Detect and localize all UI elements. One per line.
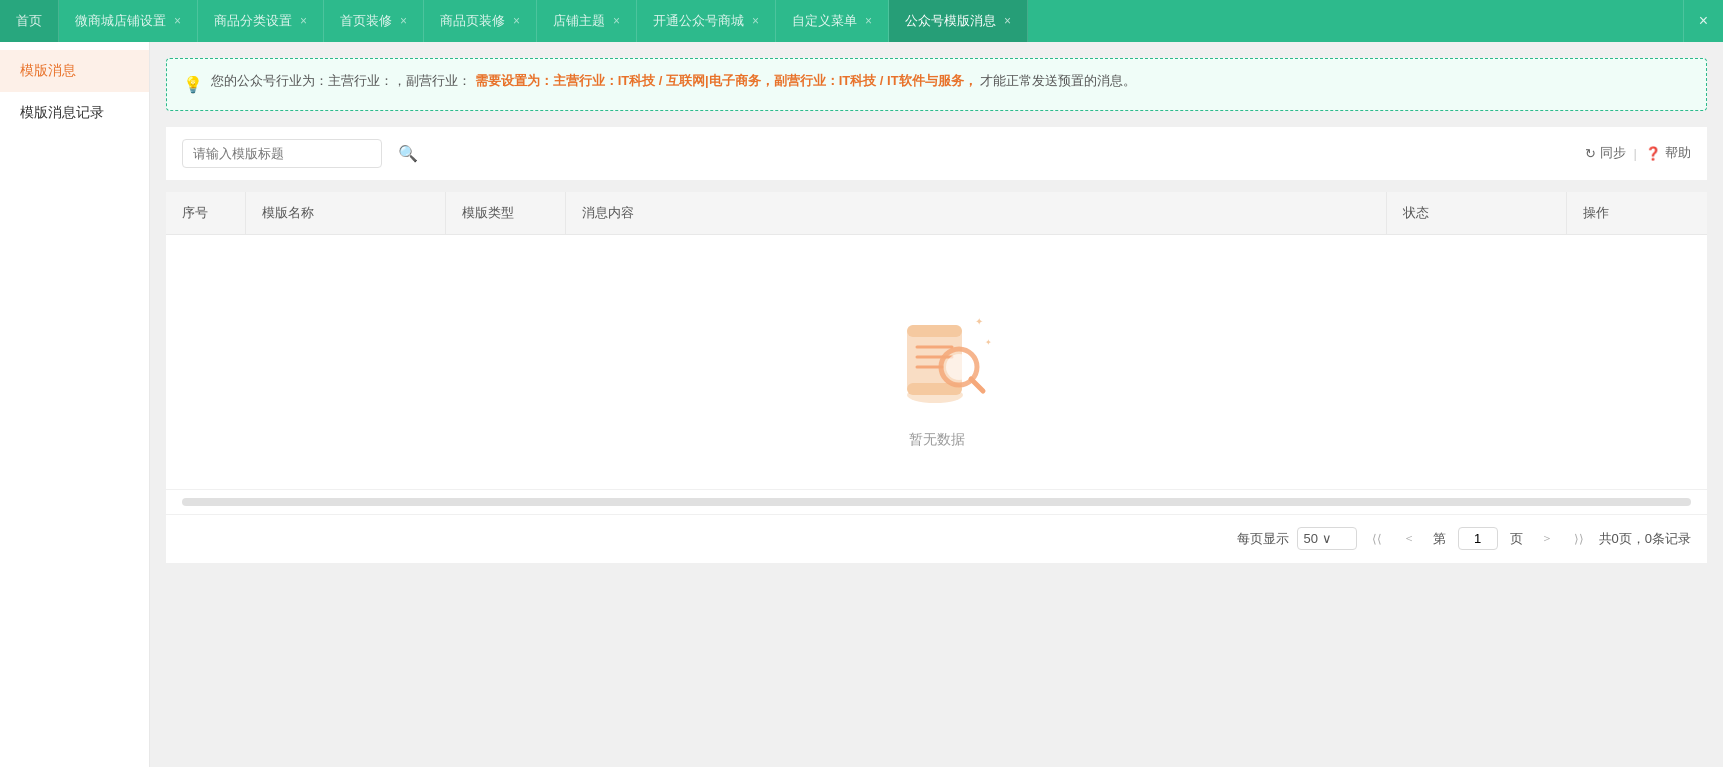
nav-tab-template-msg-label: 公众号模版消息 (905, 12, 996, 30)
nav-tab-homepage-close[interactable]: × (400, 14, 407, 28)
col-status: 状态 (1387, 192, 1567, 234)
nav-tab-custom-menu-close[interactable]: × (865, 14, 872, 28)
page-first-button[interactable]: ⟨⟨ (1365, 527, 1389, 551)
search-left: 🔍 (182, 139, 426, 168)
nav-tab-category[interactable]: 商品分类设置 × (198, 0, 324, 42)
svg-text:✦: ✦ (975, 316, 983, 327)
page-next-button[interactable]: ＞ (1535, 527, 1559, 551)
page-size-label: 每页显示 (1237, 530, 1289, 548)
page-size-value: 50 (1304, 531, 1318, 546)
fake-scrollbar[interactable] (182, 498, 1691, 506)
svg-line-9 (971, 379, 983, 391)
svg-rect-2 (907, 325, 962, 337)
search-icon: 🔍 (398, 145, 418, 162)
nav-tab-homepage-label: 首页装修 (340, 12, 392, 30)
page-number-input[interactable] (1458, 527, 1498, 550)
page-last-button[interactable]: ⟩⟩ (1567, 527, 1591, 551)
nav-tab-theme[interactable]: 店铺主题 × (537, 0, 637, 42)
content-area: 💡 您的公众号行业为：主营行业：，副营行业： 需要设置为：主营行业：IT科技 /… (150, 42, 1723, 767)
nav-tab-shop-settings[interactable]: 微商城店铺设置 × (59, 0, 198, 42)
notice-suffix: 才能正常发送预置的消息。 (980, 73, 1136, 88)
sync-label: 同步 (1600, 144, 1626, 162)
pagination: 每页显示 50 ∨ ⟨⟨ ＜ 第 页 ＞ ⟩⟩ 共0页，0条记录 (166, 514, 1707, 563)
search-bar: 🔍 ↻ 同步 | ❓ 帮助 (166, 127, 1707, 180)
notice-text: 您的公众号行业为：主营行业：，副营行业： 需要设置为：主营行业：IT科技 / 互… (211, 71, 1690, 92)
nav-tab-template-msg-close[interactable]: × (1004, 14, 1011, 28)
nav-tab-theme-label: 店铺主题 (553, 12, 605, 30)
nav-tab-theme-close[interactable]: × (613, 14, 620, 28)
page-label-pre: 第 (1433, 530, 1446, 548)
sidebar-item-template-msg-record-label: 模版消息记录 (20, 104, 104, 120)
sidebar-item-template-msg-record[interactable]: 模版消息记录 (0, 92, 149, 134)
sidebar: 模版消息 模版消息记录 (0, 42, 150, 767)
sidebar-item-template-msg-label: 模版消息 (20, 62, 76, 78)
col-type: 模版类型 (446, 192, 566, 234)
nav-tab-home-label: 首页 (16, 12, 42, 30)
main-layout: 模版消息 模版消息记录 💡 您的公众号行业为：主营行业：，副营行业： 需要设置为… (0, 42, 1723, 767)
nav-tab-product-page-close[interactable]: × (513, 14, 520, 28)
page-size-dropdown-icon: ∨ (1322, 531, 1332, 546)
nav-tab-open-mall[interactable]: 开通公众号商城 × (637, 0, 776, 42)
svg-point-8 (946, 354, 972, 380)
page-size-select[interactable]: 50 ∨ (1297, 527, 1357, 550)
notice-icon: 💡 (183, 72, 203, 98)
sync-icon: ↻ (1585, 146, 1596, 161)
col-name: 模版名称 (246, 192, 446, 234)
help-button[interactable]: ❓ 帮助 (1645, 144, 1691, 162)
search-button[interactable]: 🔍 (390, 140, 426, 167)
sync-button[interactable]: ↻ 同步 (1585, 144, 1626, 162)
col-content: 消息内容 (566, 192, 1387, 234)
col-action: 操作 (1567, 192, 1707, 234)
nav-tab-shop-settings-label: 微商城店铺设置 (75, 12, 166, 30)
page-total-info: 共0页，0条记录 (1599, 530, 1691, 548)
nav-tab-homepage[interactable]: 首页装修 × (324, 0, 424, 42)
close-all-icon: × (1699, 12, 1708, 30)
nav-tab-custom-menu[interactable]: 自定义菜单 × (776, 0, 889, 42)
empty-state: ✦ ✦ 暂无数据 (166, 235, 1707, 489)
nav-tab-open-mall-close[interactable]: × (752, 14, 759, 28)
nav-tab-product-page[interactable]: 商品页装修 × (424, 0, 537, 42)
nav-tab-shop-settings-close[interactable]: × (174, 14, 181, 28)
top-nav: 首页 微商城店铺设置 × 商品分类设置 × 首页装修 × 商品页装修 × 店铺主… (0, 0, 1723, 42)
search-input[interactable] (182, 139, 382, 168)
svg-text:✦: ✦ (985, 338, 992, 347)
help-icon: ❓ (1645, 146, 1661, 161)
nav-tab-custom-menu-label: 自定义菜单 (792, 12, 857, 30)
help-label: 帮助 (1665, 144, 1691, 162)
notice-prefix: 您的公众号行业为：主营行业：，副营行业： (211, 73, 471, 88)
nav-close-all-button[interactable]: × (1683, 0, 1723, 42)
col-seq: 序号 (166, 192, 246, 234)
nav-tab-category-label: 商品分类设置 (214, 12, 292, 30)
notice-box: 💡 您的公众号行业为：主营行业：，副营行业： 需要设置为：主营行业：IT科技 /… (166, 58, 1707, 111)
nav-tab-open-mall-label: 开通公众号商城 (653, 12, 744, 30)
table-wrap: 序号 模版名称 模版类型 消息内容 状态 操作 (166, 192, 1707, 563)
page-prev-button[interactable]: ＜ (1397, 527, 1421, 551)
nav-tab-template-msg[interactable]: 公众号模版消息 × (889, 0, 1028, 42)
search-right: ↻ 同步 | ❓ 帮助 (1585, 144, 1691, 162)
nav-tab-home[interactable]: 首页 (0, 0, 59, 42)
nav-tab-product-page-label: 商品页装修 (440, 12, 505, 30)
sidebar-item-template-msg[interactable]: 模版消息 (0, 50, 149, 92)
nav-tab-category-close[interactable]: × (300, 14, 307, 28)
page-label-suf: 页 (1510, 530, 1523, 548)
divider: | (1634, 146, 1637, 161)
empty-text: 暂无数据 (909, 431, 965, 449)
empty-illustration: ✦ ✦ (877, 295, 997, 415)
table-header: 序号 模版名称 模版类型 消息内容 状态 操作 (166, 192, 1707, 235)
scrollbar-area (166, 489, 1707, 514)
notice-highlight: 需要设置为：主营行业：IT科技 / 互联网|电子商务，副营行业：IT科技 / I… (475, 73, 977, 88)
